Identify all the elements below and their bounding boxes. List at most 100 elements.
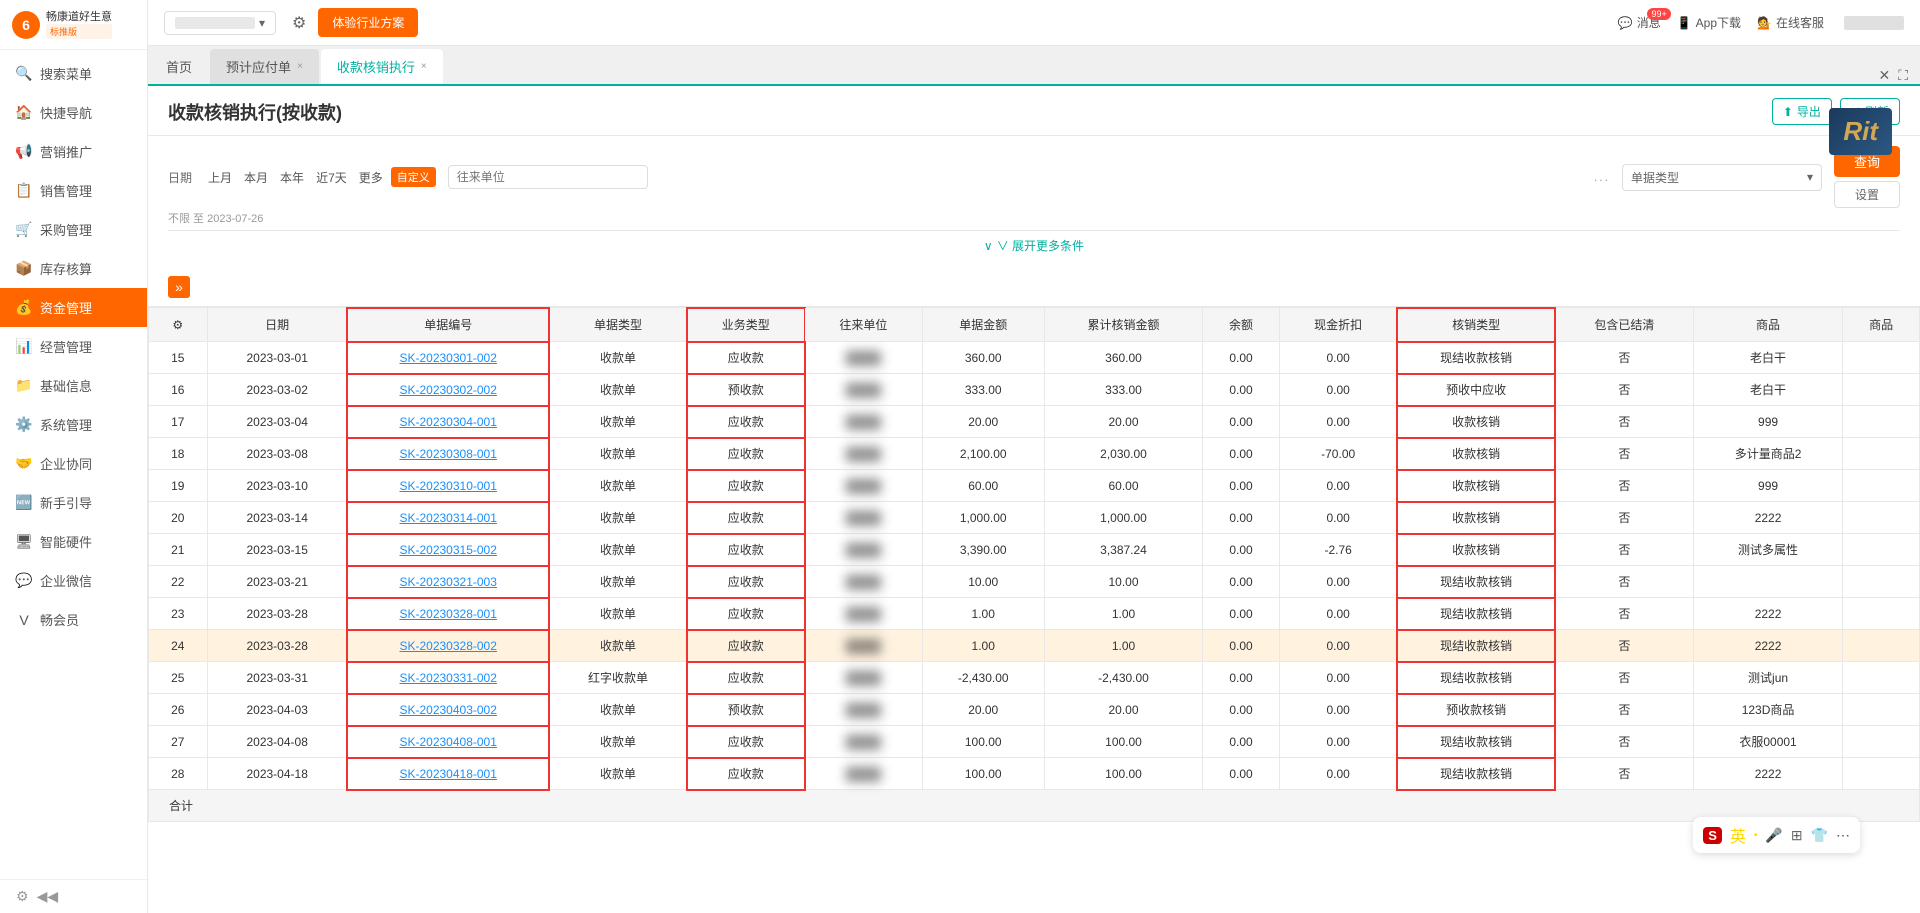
guide-icon: 🆕	[16, 495, 32, 511]
sidebar-item-enterprise[interactable]: 🤝企业协同	[0, 444, 147, 483]
tab-receipt[interactable]: 收款核销执行 ×	[321, 49, 443, 84]
row-balance: 0.00	[1203, 502, 1280, 534]
settings-icon[interactable]: ⚙	[16, 888, 29, 905]
sidebar-bottom: ⚙ ◀◀	[0, 879, 147, 913]
row-date: 2023-03-01	[207, 342, 347, 374]
date-last-month[interactable]: 上月	[204, 167, 236, 188]
partner-blurred: ████	[846, 703, 880, 717]
row-goods2	[1843, 630, 1920, 662]
row-date: 2023-03-21	[207, 566, 347, 598]
row-discount: 0.00	[1279, 470, 1397, 502]
doc-no-link[interactable]: SK-20230321-003	[399, 575, 496, 589]
date-this-month[interactable]: 本月	[240, 167, 272, 188]
doc-no-link[interactable]: SK-20230408-001	[399, 735, 496, 749]
sidebar-item-system[interactable]: ⚙️系统管理	[0, 405, 147, 444]
ime-shirt-btn[interactable]: 👕	[1811, 827, 1828, 844]
sidebar-item-finance[interactable]: 💰资金管理	[0, 288, 147, 327]
doc-no-link[interactable]: SK-20230301-002	[399, 351, 496, 365]
sidebar-item-hardware[interactable]: 🖥智能硬件	[0, 522, 147, 561]
sidebar-item-quicknav[interactable]: 🏠快捷导航	[0, 93, 147, 132]
doc-type-select[interactable]: 单据类型 ▾	[1622, 164, 1822, 191]
doc-no-link[interactable]: SK-20230331-002	[399, 671, 496, 685]
row-discount: 0.00	[1279, 342, 1397, 374]
export-btn[interactable]: ⬆ 导出	[1772, 98, 1832, 125]
table-container[interactable]: ⚙ 日期 单据编号 单据类型 业务类型 往来单位 单据金额 累计核销金额 余额 …	[148, 307, 1920, 913]
sidebar-item-basic[interactable]: 📁基础信息	[0, 366, 147, 405]
doc-no-link[interactable]: SK-20230315-002	[399, 543, 496, 557]
sidebar-item-member[interactable]: V畅会员	[0, 600, 147, 639]
sidebar-item-search[interactable]: 🔍搜索菜单	[0, 54, 147, 93]
doc-no-link[interactable]: SK-20230418-001	[399, 767, 496, 781]
sidebar-item-operation[interactable]: 📊经营管理	[0, 327, 147, 366]
row-date: 2023-03-10	[207, 470, 347, 502]
ime-s-btn[interactable]: S	[1703, 827, 1722, 844]
date-this-year[interactable]: 本年	[276, 167, 308, 188]
row-goods2	[1843, 758, 1920, 790]
row-no: 22	[149, 566, 208, 598]
doc-no-link[interactable]: SK-20230302-002	[399, 383, 496, 397]
ime-apps-btn[interactable]: ⋯	[1836, 827, 1850, 844]
row-doc-type: 收款单	[549, 694, 687, 726]
trial-btn[interactable]: 体验行业方案	[318, 8, 418, 37]
workspace-dropdown[interactable]: ▾	[164, 11, 276, 35]
ime-eng-btn[interactable]: 英	[1730, 823, 1746, 847]
sidebar-item-inventory[interactable]: 📦库存核算	[0, 249, 147, 288]
close-window-btn[interactable]: ✕	[1878, 67, 1890, 84]
doc-no-link[interactable]: SK-20230328-002	[399, 639, 496, 653]
ime-mic-btn[interactable]: 🎤	[1765, 827, 1782, 844]
toolbar-expand-btn[interactable]: »	[168, 276, 190, 298]
col-settings[interactable]: ⚙	[149, 308, 208, 342]
row-doc-type: 收款单	[549, 502, 687, 534]
sidebar-item-wechat[interactable]: 💬企业微信	[0, 561, 147, 600]
sidebar-label-sales: 销售管理	[40, 181, 92, 200]
settings-btn[interactable]: 设置	[1834, 181, 1900, 208]
sidebar-item-purchase[interactable]: 🛒采购管理	[0, 210, 147, 249]
custom-date-btn[interactable]: 自定义	[391, 167, 436, 187]
doc-no-link[interactable]: SK-20230310-001	[399, 479, 496, 493]
receipt-tab-close[interactable]: ×	[421, 61, 427, 72]
row-doc-type: 收款单	[549, 374, 687, 406]
partner-blurred: ████	[846, 511, 880, 525]
row-partner: ████	[805, 726, 923, 758]
maximize-btn[interactable]: ⛶	[1898, 67, 1908, 84]
row-partner: ████	[805, 534, 923, 566]
tab-prepay[interactable]: 预计应付单 ×	[210, 49, 319, 84]
sidebar-item-guide[interactable]: 🆕 新手引导	[0, 483, 147, 522]
online-service-btn[interactable]: 💁 在线客服	[1757, 14, 1824, 31]
row-verified: 333.00	[1044, 374, 1202, 406]
gear-icon[interactable]: ⚙	[292, 13, 306, 33]
row-verified: 1,000.00	[1044, 502, 1202, 534]
date-7days[interactable]: 近7天	[312, 167, 351, 188]
doc-no-link[interactable]: SK-20230328-001	[399, 607, 496, 621]
row-balance: 0.00	[1203, 598, 1280, 630]
ime-grid-btn[interactable]: ⊞	[1791, 827, 1803, 844]
partner-input[interactable]	[448, 165, 648, 189]
prepay-tab-close[interactable]: ×	[297, 61, 303, 72]
sidebar-label-guide: 新手引导	[40, 493, 92, 512]
expand-more-btn[interactable]: ∨ ∨ 展开更多条件	[168, 231, 1900, 260]
message-btn[interactable]: 💬 消息 99+	[1618, 14, 1661, 31]
date-more[interactable]: 更多	[355, 167, 387, 188]
collapse-icon[interactable]: ◀◀	[37, 888, 59, 905]
message-icon: 💬	[1618, 16, 1633, 30]
row-goods1: 2222	[1693, 630, 1842, 662]
table-footer-row: 合计	[149, 790, 1920, 822]
service-icon: 💁	[1757, 16, 1772, 30]
row-balance: 0.00	[1203, 694, 1280, 726]
col-biz-type: 业务类型	[687, 308, 805, 342]
col-verified: 累计核销金额	[1044, 308, 1202, 342]
doc-no-link[interactable]: SK-20230314-001	[399, 511, 496, 525]
row-included: 否	[1555, 502, 1693, 534]
row-goods2	[1843, 566, 1920, 598]
tab-home[interactable]: 首页	[150, 49, 208, 84]
sidebar-item-sales[interactable]: 📋销售管理	[0, 171, 147, 210]
app-download-btn[interactable]: 📱 App下载	[1677, 14, 1741, 31]
sidebar-item-marketing[interactable]: 📢营销推广	[0, 132, 147, 171]
logo-badge: 标推版	[46, 24, 112, 39]
doc-no-link[interactable]: SK-20230308-001	[399, 447, 496, 461]
filter-dots[interactable]: ...	[1594, 170, 1610, 184]
doc-no-link[interactable]: SK-20230304-001	[399, 415, 496, 429]
doc-no-link[interactable]: SK-20230403-002	[399, 703, 496, 717]
row-balance: 0.00	[1203, 438, 1280, 470]
row-verify-type: 收款核销	[1397, 502, 1555, 534]
